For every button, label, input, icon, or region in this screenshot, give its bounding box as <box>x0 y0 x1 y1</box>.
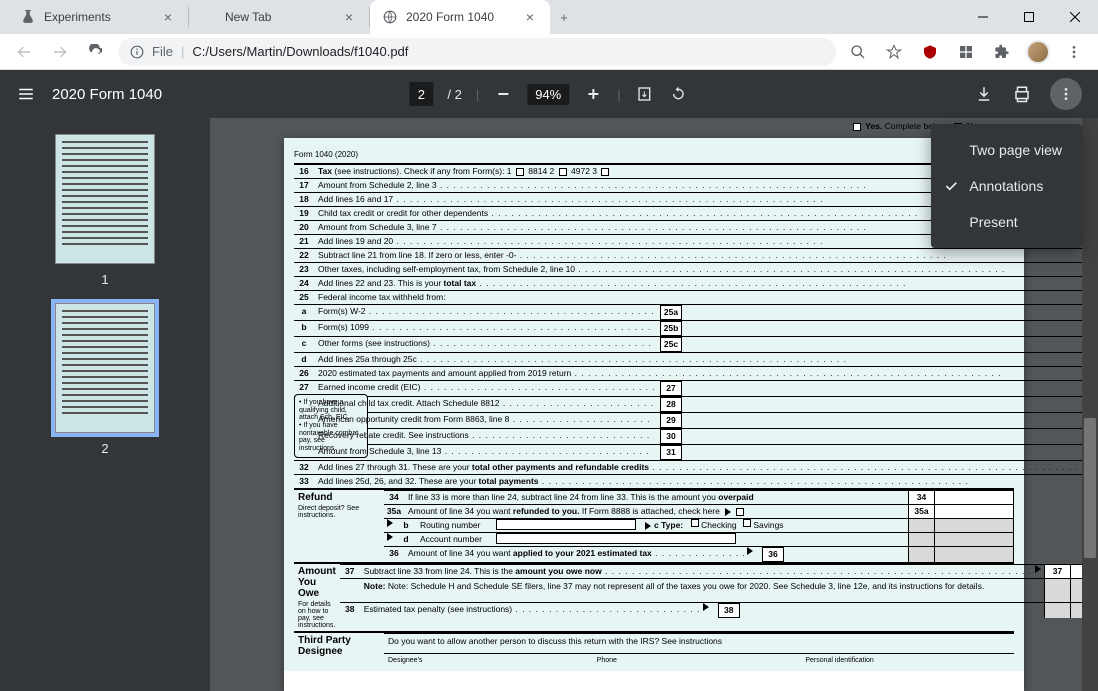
menu-two-page-view[interactable]: Two page view <box>931 132 1082 168</box>
minimize-button[interactable] <box>960 0 1006 34</box>
address-bar: File | C:/Users/Martin/Downloads/f1040.p… <box>0 34 1098 70</box>
pdf-more-menu: Two page view Annotations Present <box>931 124 1082 248</box>
page-count: / 2 <box>447 87 461 102</box>
bookmark-icon[interactable] <box>880 38 908 66</box>
close-icon[interactable]: × <box>160 9 176 25</box>
vertical-scrollbar[interactable] <box>1082 118 1098 691</box>
close-window-button[interactable] <box>1052 0 1098 34</box>
rotate-icon[interactable] <box>669 84 689 104</box>
print-icon[interactable] <box>1012 84 1032 104</box>
url-prefix: File <box>152 44 173 59</box>
ublock-icon[interactable] <box>916 38 944 66</box>
thumbnail-sidebar: 1 2 <box>0 118 210 691</box>
refund-section: RefundDirect deposit? See instructions. … <box>294 488 1014 562</box>
tab-experiments[interactable]: Experiments × <box>8 0 188 34</box>
browser-menu-icon[interactable] <box>1060 38 1088 66</box>
zoom-out-button[interactable] <box>493 84 513 104</box>
info-icon <box>130 45 144 59</box>
tab-title: Experiments <box>44 10 152 24</box>
puzzle-icon[interactable] <box>988 38 1016 66</box>
zoom-icon[interactable] <box>844 38 872 66</box>
extension-icon[interactable] <box>952 38 980 66</box>
forward-button[interactable] <box>46 38 74 66</box>
close-icon[interactable]: × <box>341 9 357 25</box>
tab-pdf[interactable]: 2020 Form 1040 × <box>370 0 550 34</box>
menu-present[interactable]: Present <box>931 204 1082 240</box>
tab-title: New Tab <box>225 10 333 24</box>
form-header: Form 1040 (2020) <box>294 148 1014 163</box>
download-icon[interactable] <box>974 84 994 104</box>
tab-newtab[interactable]: New Tab × <box>189 0 369 34</box>
maximize-button[interactable] <box>1006 0 1052 34</box>
new-tab-button[interactable]: + <box>550 0 578 34</box>
tab-title: 2020 Form 1040 <box>406 10 514 24</box>
reload-button[interactable] <box>82 38 110 66</box>
globe-icon <box>382 9 398 25</box>
page-input[interactable] <box>409 82 433 106</box>
back-button[interactable] <box>10 38 38 66</box>
owe-section: Amount You OweFor details on how to pay,… <box>294 562 1014 631</box>
pdf-more-button[interactable] <box>1050 78 1082 110</box>
omnibox[interactable]: File | C:/Users/Martin/Downloads/f1040.p… <box>118 38 836 66</box>
thumbnail-1[interactable]: 1 <box>55 134 155 287</box>
pdf-title: 2020 Form 1040 <box>52 86 162 103</box>
flask-icon <box>20 9 36 25</box>
close-icon[interactable]: × <box>522 9 538 25</box>
url-path: C:/Users/Martin/Downloads/f1040.pdf <box>192 44 408 59</box>
browser-tab-strip: Experiments × New Tab × 2020 Form 1040 ×… <box>0 0 1098 34</box>
hamburger-icon[interactable] <box>16 84 36 104</box>
pdf-document: Form 1040 (2020) • If you have a qualify… <box>284 138 1024 691</box>
avatar[interactable] <box>1024 38 1052 66</box>
menu-annotations[interactable]: Annotations <box>931 168 1082 204</box>
third-party-section: Third Party Designee Do you want to allo… <box>294 631 1014 667</box>
window-controls <box>960 0 1098 34</box>
zoom-in-button[interactable] <box>583 84 603 104</box>
zoom-level[interactable]: 94% <box>527 84 569 105</box>
fit-page-icon[interactable] <box>635 84 655 104</box>
check-icon <box>943 178 959 194</box>
thumbnail-2[interactable]: 2 <box>55 303 155 456</box>
blank-icon <box>201 9 217 25</box>
pdf-toolbar: 2020 Form 1040 / 2 | 94% | <box>0 70 1098 118</box>
